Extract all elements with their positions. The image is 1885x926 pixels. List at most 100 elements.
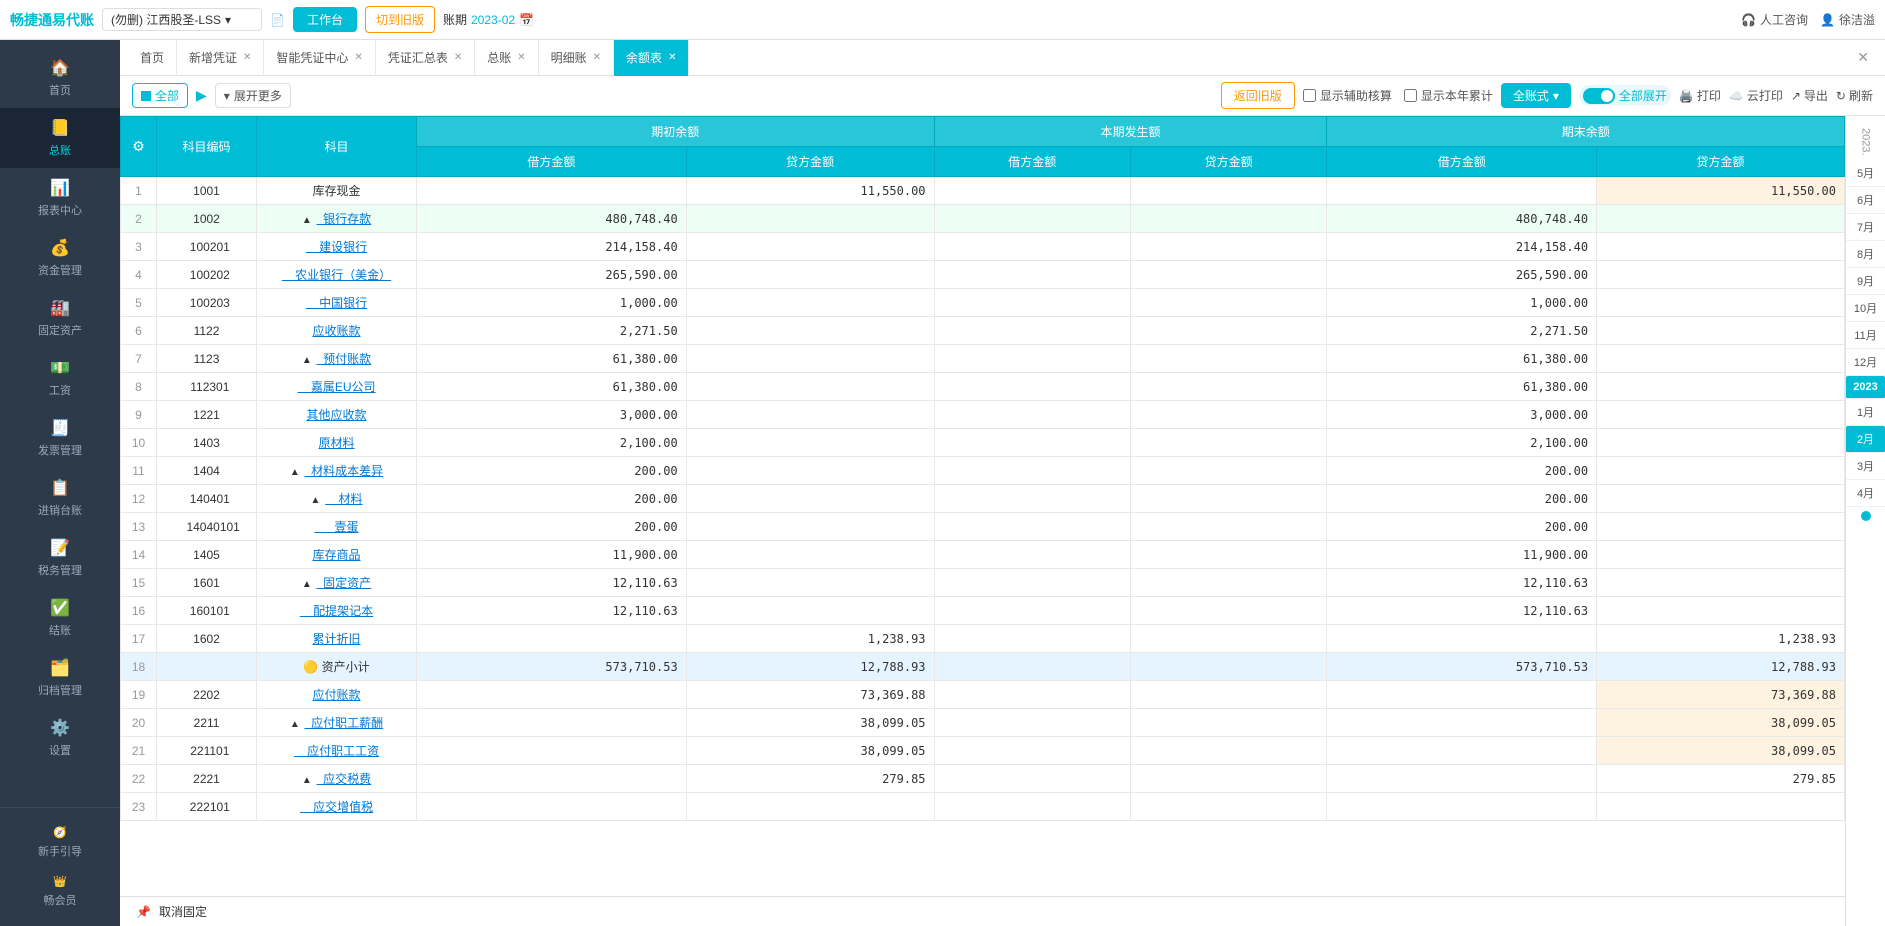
tab-detail-ledger-close[interactable]: ✕ <box>593 52 601 63</box>
account-name[interactable]: ▲ 银行存款 <box>257 205 417 233</box>
consult-button[interactable]: 🎧 人工咨询 <box>1741 11 1808 28</box>
workbench-button[interactable]: 工作台 <box>293 7 357 32</box>
expand-icon[interactable]: ▲ <box>302 355 315 366</box>
right-sidebar-2[interactable]: 2月 <box>1846 426 1885 453</box>
tab-smart-voucher-close[interactable]: ✕ <box>354 52 362 63</box>
account-name[interactable]: 累计折旧 <box>257 625 417 653</box>
right-sidebar-7[interactable]: 7月 <box>1846 214 1885 241</box>
account-name[interactable]: 库存商品 <box>257 541 417 569</box>
toggle-switch[interactable] <box>1583 88 1615 104</box>
expand-toggle[interactable]: 全部展开 <box>1579 85 1671 106</box>
account-name[interactable]: 嘉属EU公司 <box>257 373 417 401</box>
sidebar-item-guide[interactable]: 🧭 新手引导 <box>0 818 120 867</box>
sidebar-item-tax[interactable]: 📝 税务管理 <box>0 528 120 588</box>
sidebar-item-closing[interactable]: ✅ 结账 <box>0 588 120 648</box>
pin-icon[interactable]: 📌 <box>136 905 151 919</box>
tab-new-voucher[interactable]: 新增凭证 ✕ <box>177 40 264 76</box>
tab-general-ledger[interactable]: 总账 ✕ <box>475 40 538 76</box>
right-sidebar-scroll-dot[interactable] <box>1861 511 1871 521</box>
cloud-print-button[interactable]: ☁️ 云打印 <box>1729 87 1783 104</box>
expand-icon[interactable]: ▲ <box>290 719 303 730</box>
tab-voucher-summary[interactable]: 凭证汇总表 ✕ <box>376 40 475 76</box>
print-button[interactable]: 🖨️ 打印 <box>1679 87 1721 104</box>
return-old-version-button[interactable]: 返回旧版 <box>1221 82 1295 109</box>
sidebar-label-home: 首页 <box>49 82 71 98</box>
account-name[interactable]: 配提架记本 <box>257 597 417 625</box>
gear-icon[interactable]: ⚙ <box>132 138 145 154</box>
opening-debit <box>417 765 687 793</box>
account-name[interactable]: 其他应收款 <box>257 401 417 429</box>
sidebar-item-payroll[interactable]: 💵 工资 <box>0 348 120 408</box>
show-auxiliary-checkbox[interactable]: 显示辅助核算 <box>1303 87 1392 104</box>
account-name[interactable]: ▲ 应交税费 <box>257 765 417 793</box>
account-name[interactable]: 应付职工工资 <box>257 737 417 765</box>
sidebar-item-archive[interactable]: 🗂️ 归档管理 <box>0 648 120 708</box>
sidebar-item-member[interactable]: 👑 畅会员 <box>0 867 120 916</box>
account-name[interactable]: ▲ 材料成本差异 <box>257 457 417 485</box>
account-name-text: 其他应收款 <box>306 408 366 422</box>
sidebar-item-assets[interactable]: 🏭 固定资产 <box>0 288 120 348</box>
full-mode-button[interactable]: 全账式 ▾ <box>1501 83 1571 108</box>
right-sidebar-10[interactable]: 10月 <box>1846 295 1885 322</box>
export-button[interactable]: ↗ 导出 <box>1791 87 1828 104</box>
tab-balance-sheet[interactable]: 余额表 ✕ <box>614 40 689 76</box>
th-debit-period: 借方金额 <box>934 147 1130 177</box>
account-name[interactable]: ▲ 预付账款 <box>257 345 417 373</box>
sidebar-item-settings[interactable]: ⚙️ 设置 <box>0 708 120 768</box>
user-profile[interactable]: 👤 徐洁溢 <box>1820 11 1875 28</box>
company-selector[interactable]: (勿删) 江西股圣-LSS ▾ <box>102 8 262 31</box>
table-row: 222221▲ 应交税费279.85279.85 <box>121 765 1845 793</box>
account-name[interactable]: ▲ 材料 <box>257 485 417 513</box>
tab-detail-ledger[interactable]: 明细账 ✕ <box>539 40 614 76</box>
right-sidebar-8[interactable]: 8月 <box>1846 241 1885 268</box>
expand-icon[interactable]: ▲ <box>302 775 315 786</box>
tab-balance-sheet-close[interactable]: ✕ <box>668 52 676 63</box>
sidebar-item-reports[interactable]: 📊 报表中心 <box>0 168 120 228</box>
right-sidebar-5[interactable]: 5月 <box>1846 160 1885 187</box>
tab-home[interactable]: 首页 <box>128 40 177 76</box>
account-name[interactable]: 原材料 <box>257 429 417 457</box>
sidebar-item-invoice[interactable]: 🧾 发票管理 <box>0 408 120 468</box>
sidebar-item-home[interactable]: 🏠 首页 <box>0 48 120 108</box>
th-gear[interactable]: ⚙ <box>121 117 157 177</box>
right-sidebar-1[interactable]: 1月 <box>1846 399 1885 426</box>
expand-icon[interactable]: ▲ <box>290 467 303 478</box>
right-sidebar-11[interactable]: 11月 <box>1846 322 1885 349</box>
filter-all-button[interactable]: 全部 <box>132 83 188 108</box>
account-name[interactable]: 中国银行 <box>257 289 417 317</box>
account-name[interactable]: 应交增值税 <box>257 793 417 821</box>
calendar-icon[interactable]: 📅 <box>519 13 534 27</box>
refresh-button[interactable]: ↻ 刷新 <box>1836 87 1873 104</box>
account-name-text: 嘉属EU公司 <box>297 380 375 394</box>
tab-new-voucher-close[interactable]: ✕ <box>243 52 251 63</box>
account-name[interactable]: ▲ 应付职工薪酬 <box>257 709 417 737</box>
tab-voucher-summary-close[interactable]: ✕ <box>454 52 462 63</box>
sidebar-item-funds[interactable]: 💰 资金管理 <box>0 228 120 288</box>
account-name[interactable]: 农业银行（美金） <box>257 261 417 289</box>
tab-close-all[interactable]: ✕ <box>1849 49 1877 66</box>
show-ytd-checkbox[interactable]: 显示本年累计 <box>1404 87 1493 104</box>
sidebar-item-sales[interactable]: 📋 进销台账 <box>0 468 120 528</box>
account-name[interactable]: 应付账款 <box>257 681 417 709</box>
expand-more-button[interactable]: ▾ 展开更多 <box>215 83 291 108</box>
expand-icon[interactable]: ▲ <box>310 495 323 506</box>
expand-icon[interactable]: ▲ <box>302 215 315 226</box>
account-name[interactable]: ▲ 固定资产 <box>257 569 417 597</box>
tab-smart-voucher[interactable]: 智能凭证中心 ✕ <box>264 40 375 76</box>
switch-version-button[interactable]: 切到旧版 <box>365 6 435 33</box>
right-sidebar-9[interactable]: 9月 <box>1846 268 1885 295</box>
tab-general-ledger-close[interactable]: ✕ <box>517 52 525 63</box>
right-sidebar-12[interactable]: 12月 <box>1846 349 1885 376</box>
right-sidebar-4[interactable]: 4月 <box>1846 480 1885 507</box>
account-name[interactable]: 壹蛋 <box>257 513 417 541</box>
right-sidebar-3[interactable]: 3月 <box>1846 453 1885 480</box>
account-name[interactable]: 建设银行 <box>257 233 417 261</box>
sidebar-item-ledger[interactable]: 📒 总账 <box>0 108 120 168</box>
expand-icon[interactable]: ▲ <box>302 579 315 590</box>
file-icon[interactable]: 📄 <box>270 13 285 27</box>
account-name[interactable]: 应收账款 <box>257 317 417 345</box>
right-sidebar-year1: 2023. <box>1860 124 1872 160</box>
filter-arrow-icon[interactable]: ▶ <box>196 87 207 104</box>
right-sidebar-year-2023[interactable]: 2023 <box>1846 376 1885 399</box>
right-sidebar-6[interactable]: 6月 <box>1846 187 1885 214</box>
